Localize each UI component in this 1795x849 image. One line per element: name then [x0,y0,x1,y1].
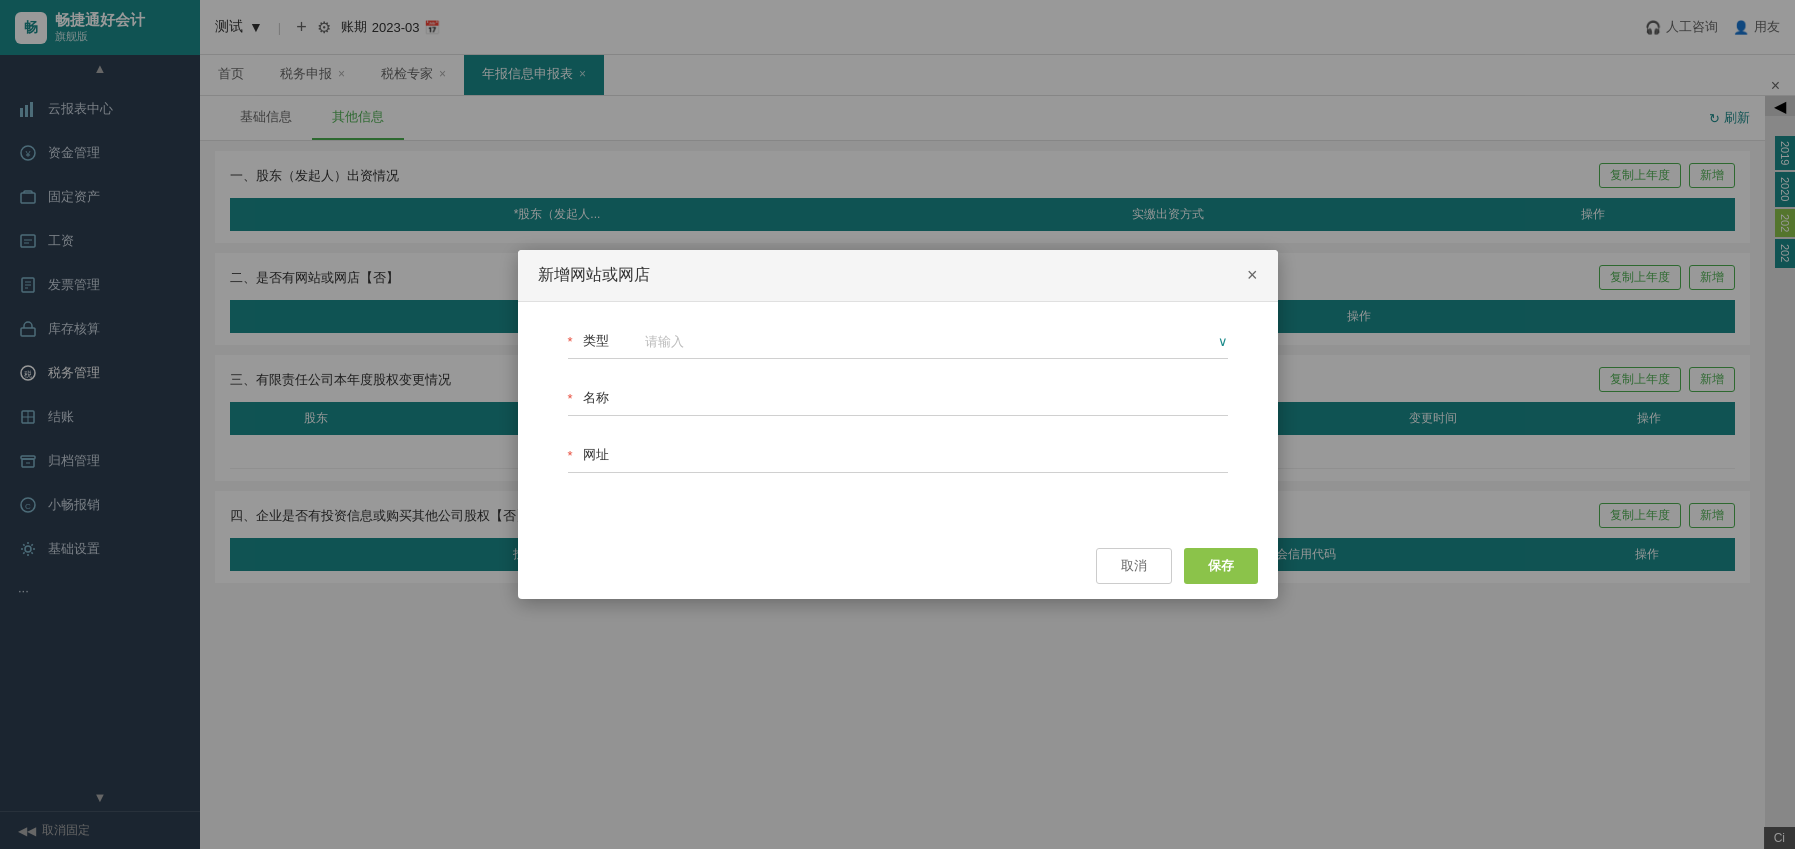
name-input[interactable] [627,391,1228,406]
type-required-mark: * [568,334,573,349]
dialog-overlay[interactable]: 新增网站或网店 × * 类型 ∨ * 名称 [0,0,1795,849]
form-row-type: * 类型 ∨ [568,332,1228,359]
form-field-type: * 类型 ∨ [568,332,1228,359]
save-button[interactable]: 保存 [1184,548,1258,584]
cancel-button[interactable]: 取消 [1096,548,1172,584]
form-row-url: * 网址 [568,446,1228,473]
url-required-mark: * [568,448,573,463]
name-label-text: 名称 [583,389,609,407]
dialog-close-button[interactable]: × [1247,265,1258,286]
form-field-url: * 网址 [568,446,1228,473]
form-row-name: * 名称 [568,389,1228,416]
url-input[interactable] [627,448,1228,463]
dialog-title: 新增网站或网店 [538,265,650,286]
type-label-text: 类型 [583,332,609,350]
dialog-add-website: 新增网站或网店 × * 类型 ∨ * 名称 [518,250,1278,599]
url-label-text: 网址 [583,446,609,464]
form-field-name: * 名称 [568,389,1228,416]
name-required-mark: * [568,391,573,406]
dialog-header: 新增网站或网店 × [518,250,1278,302]
type-dropdown-icon[interactable]: ∨ [1218,334,1228,349]
dialog-footer: 取消 保存 [518,533,1278,599]
dialog-body: * 类型 ∨ * 名称 * 网址 [518,302,1278,533]
type-input[interactable] [645,334,1208,349]
